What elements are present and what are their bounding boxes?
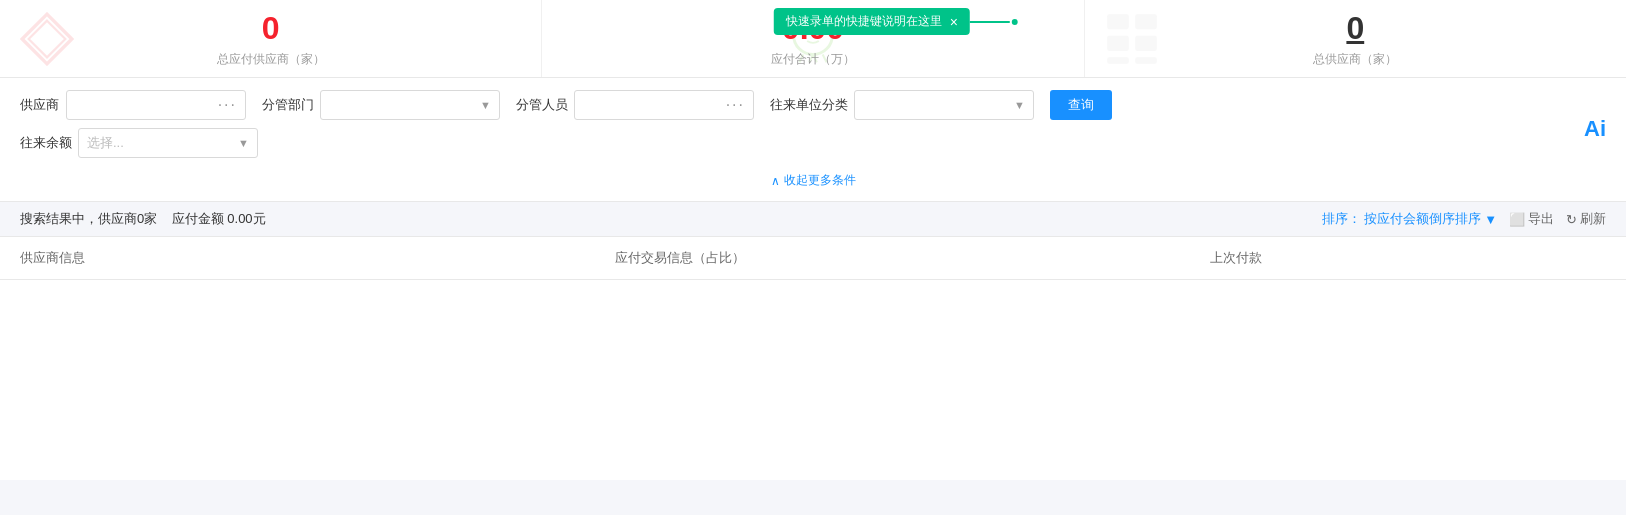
export-button[interactable]: ⬜ 导出 — [1509, 210, 1554, 228]
balance-arrow-icon: ▼ — [238, 137, 249, 149]
result-amount: 应付金额 0.00元 — [172, 211, 266, 226]
result-summary: 搜索结果中，供应商0家 — [20, 211, 157, 226]
filter-row-2: 往来余额 选择... ▼ — [20, 128, 1606, 158]
supplier-more-icon[interactable]: ··· — [218, 96, 237, 114]
filter-item-department: 分管部门 ▼ — [262, 90, 500, 120]
sort-select[interactable]: 排序： 按应付会额倒序排序 ▼ — [1322, 210, 1497, 228]
tooltip-text: 快速录单的快捷键说明在这里 — [786, 13, 942, 30]
query-button[interactable]: 查询 — [1050, 90, 1112, 120]
tooltip-close-button[interactable]: × — [950, 15, 958, 29]
col-header-payable: 应付交易信息（占比） — [615, 249, 1210, 267]
unit-category-label: 往来单位分类 — [770, 96, 848, 114]
manager-more-icon[interactable]: ··· — [726, 96, 745, 114]
svg-rect-8 — [1135, 35, 1157, 50]
svg-rect-6 — [1135, 14, 1157, 29]
unit-category-arrow-icon: ▼ — [1014, 99, 1025, 111]
svg-rect-7 — [1107, 35, 1129, 50]
export-label: 导出 — [1528, 210, 1554, 228]
grid-icon — [1105, 12, 1159, 66]
result-bar: 搜索结果中，供应商0家 应付金额 0.00元 排序： 按应付会额倒序排序 ▼ ⬜… — [0, 202, 1626, 237]
filter-item-supplier: 供应商 ··· — [20, 90, 246, 120]
svg-rect-5 — [1107, 14, 1129, 29]
stat-label-payable-suppliers: 总应付供应商（家） — [217, 51, 325, 68]
tooltip-dot — [1010, 17, 1020, 27]
result-actions: 排序： 按应付会额倒序排序 ▼ ⬜ 导出 ↻ 刷新 — [1322, 210, 1606, 228]
supplier-label: 供应商 — [20, 96, 60, 114]
sort-option-label: 按应付会额倒序排序 — [1364, 210, 1481, 228]
col-header-lastpay: 上次付款 — [1210, 249, 1607, 267]
col-header-supplier: 供应商信息 — [20, 249, 615, 267]
stat-suppliers-payable: 0 总应付供应商（家） — [0, 0, 542, 77]
balance-select[interactable]: 选择... ▼ — [78, 128, 258, 158]
stat-label-total-suppliers: 总供应商（家） — [1313, 51, 1397, 68]
ai-label: Ai — [1584, 116, 1606, 142]
stat-total-suppliers: 0 总供应商（家） — [1085, 0, 1626, 77]
balance-label: 往来余额 — [20, 134, 72, 152]
svg-rect-10 — [1135, 57, 1157, 63]
stat-payable-total: 0.00 应付合计（万） 快速录单的快捷键说明在这里 × — [542, 0, 1084, 77]
manager-label: 分管人员 — [516, 96, 568, 114]
collapse-chevron-icon: ∧ — [771, 174, 780, 188]
table-body — [0, 280, 1626, 480]
result-info: 搜索结果中，供应商0家 应付金额 0.00元 — [20, 210, 266, 228]
export-icon: ⬜ — [1509, 212, 1525, 227]
department-arrow-icon: ▼ — [480, 99, 491, 111]
filter-row-1: 供应商 ··· 分管部门 ▼ 分管人员 ··· 往来单位分类 — [20, 90, 1606, 120]
diamond-icon — [20, 12, 74, 66]
tooltip-bar: 快速录单的快捷键说明在这里 × — [774, 8, 970, 35]
stats-bar: 0 总应付供应商（家） 0.00 应付合计（万） 快速录单的快捷键说明在这里 × — [0, 0, 1626, 78]
filter-item-manager: 分管人员 ··· — [516, 90, 754, 120]
stat-label-payable-total: 应付合计（万） — [771, 51, 855, 68]
balance-placeholder: 选择... — [87, 134, 124, 152]
stat-number-total-suppliers: 0 — [1346, 9, 1364, 47]
filter-bar: 供应商 ··· 分管部门 ▼ 分管人员 ··· 往来单位分类 — [0, 78, 1626, 202]
sort-label: 排序： — [1322, 210, 1361, 228]
collapse-label: 收起更多条件 — [784, 172, 856, 189]
department-label: 分管部门 — [262, 96, 314, 114]
table-header: 供应商信息 应付交易信息（占比） 上次付款 — [0, 237, 1626, 280]
refresh-icon: ↻ — [1566, 212, 1577, 227]
unit-category-select[interactable]: ▼ — [854, 90, 1034, 120]
refresh-label: 刷新 — [1580, 210, 1606, 228]
department-select[interactable]: ▼ — [320, 90, 500, 120]
collapse-button[interactable]: ∧ 收起更多条件 — [20, 166, 1606, 193]
supplier-input[interactable]: ··· — [66, 90, 246, 120]
refresh-button[interactable]: ↻ 刷新 — [1566, 210, 1606, 228]
filter-item-balance: 往来余额 选择... ▼ — [20, 128, 258, 158]
svg-rect-9 — [1107, 57, 1129, 63]
manager-input[interactable]: ··· — [574, 90, 754, 120]
sort-chevron-icon: ▼ — [1484, 212, 1497, 227]
stat-number-payable-suppliers: 0 — [262, 9, 280, 47]
filter-item-unit-category: 往来单位分类 ▼ — [770, 90, 1034, 120]
